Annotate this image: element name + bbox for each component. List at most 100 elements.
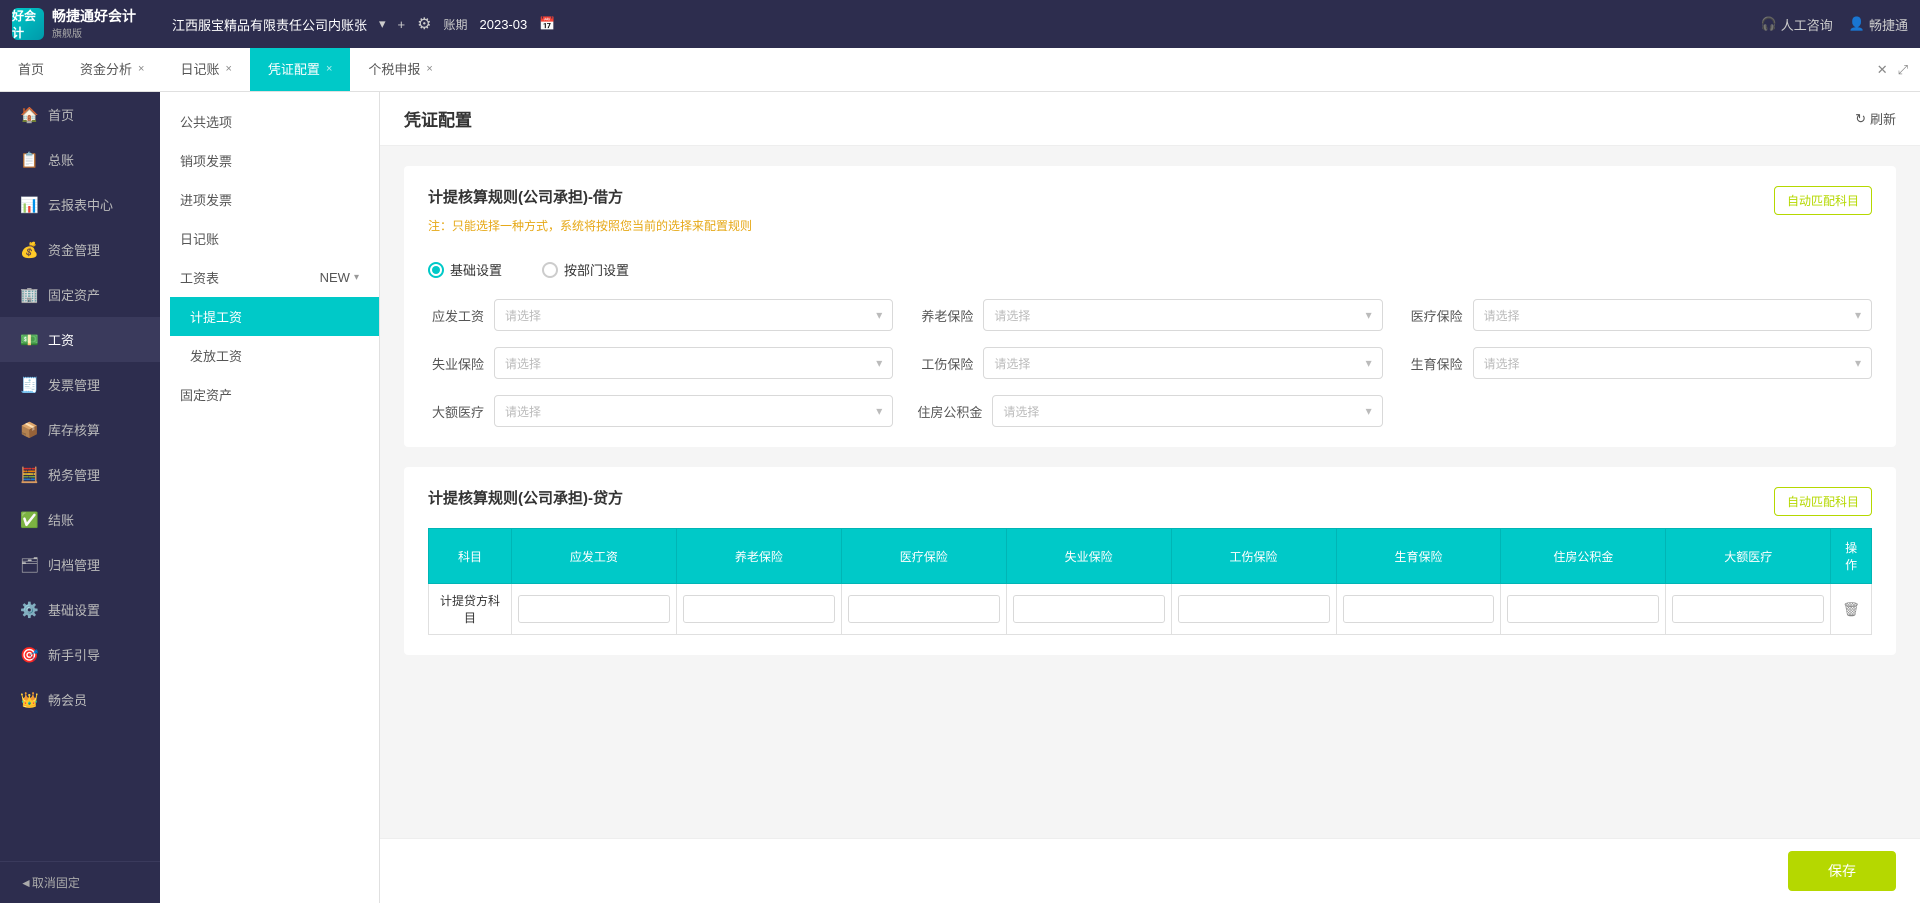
sidebar-item-ledger-label: 总账	[48, 150, 74, 169]
cell-housing-input[interactable]	[1501, 584, 1666, 635]
field-housing-fund-label: 住房公积金	[917, 402, 982, 421]
sidebar-item-inventory-label: 库存核算	[48, 420, 100, 439]
refresh-button[interactable]: ↻ 刷新	[1855, 109, 1896, 128]
tab-voucher-config[interactable]: 凭证配置 ×	[250, 48, 350, 91]
sub-sidebar-fixed-asset[interactable]: 固定资产	[160, 375, 379, 414]
tab-tax-close[interactable]: ×	[426, 63, 432, 75]
sidebar-item-home[interactable]: 🏠 首页	[0, 92, 160, 137]
tab-voucher-config-close[interactable]: ×	[326, 63, 332, 75]
cancel-fixed-button[interactable]: ◄取消固定	[0, 861, 160, 903]
invoice-icon: 🧾	[20, 376, 38, 394]
logo: 好会计 畅捷通好会计 旗舰版	[12, 8, 172, 40]
company-dropdown-icon[interactable]: ▾	[379, 16, 386, 32]
cell-injury-input[interactable]	[1171, 584, 1336, 635]
sidebar-item-member[interactable]: 👑 畅会员	[0, 677, 160, 722]
col-pension: 养老保险	[676, 529, 841, 584]
user-avatar[interactable]: 👤 畅捷通	[1849, 15, 1908, 34]
sidebar-item-member-label: 畅会员	[48, 690, 87, 709]
field-housing-fund-placeholder: 请选择	[1003, 403, 1039, 420]
debit-auto-match-button[interactable]: 自动匹配科目	[1774, 186, 1872, 215]
consult-button[interactable]: 🎧 人工咨询	[1761, 15, 1833, 34]
radio-basic-circle	[428, 262, 444, 278]
field-housing-fund-select[interactable]: 请选择 ▾	[992, 395, 1382, 427]
top-bar: 好会计 畅捷通好会计 旗舰版 江西服宝精品有限责任公司内账张 ▾ + ⚙ 账期 …	[0, 0, 1920, 48]
radio-basic-settings[interactable]: 基础设置	[428, 260, 502, 279]
save-button[interactable]: 保存	[1788, 851, 1896, 891]
sidebar-item-fixed-asset[interactable]: 🏢 固定资产	[0, 272, 160, 317]
sidebar-item-invoice-label: 发票管理	[48, 375, 100, 394]
input-medical[interactable]	[848, 595, 1000, 623]
cell-pension-input[interactable]	[676, 584, 841, 635]
calendar-icon[interactable]: 📅	[539, 16, 555, 32]
sub-sidebar-sales-invoice[interactable]: 销项发票	[160, 141, 379, 180]
sidebar: 🏠 首页 📋 总账 📊 云报表中心 💰 资金管理 🏢 固定资产 💵 工资 🧾 发…	[0, 92, 160, 903]
tab-fullscreen-icon[interactable]: ⤢	[1898, 62, 1908, 78]
radio-by-dept[interactable]: 按部门设置	[542, 260, 629, 279]
input-injury[interactable]	[1178, 595, 1330, 623]
delete-icon[interactable]: 🗑	[1842, 601, 1860, 617]
tab-close-all-icon[interactable]: ✕	[1877, 62, 1888, 78]
logo-icon-text: 好会计	[12, 7, 44, 41]
field-pension-select[interactable]: 请选择 ▾	[983, 299, 1382, 331]
sub-sidebar-accrual-salary-label: 计提工资	[190, 307, 242, 326]
ledger-icon: 📋	[20, 151, 38, 169]
tab-bar-actions: ✕ ⤢	[1865, 48, 1920, 91]
tab-journal[interactable]: 日记账 ×	[162, 48, 249, 91]
company-name[interactable]: 江西服宝精品有限责任公司内账张	[172, 15, 367, 34]
field-maternity-select[interactable]: 请选择 ▾	[1473, 347, 1872, 379]
sub-sidebar-pay-salary[interactable]: 发放工资	[170, 336, 379, 375]
sidebar-item-archive[interactable]: 🗂 归档管理	[0, 542, 160, 587]
field-gross-salary-placeholder: 请选择	[505, 307, 541, 324]
top-bar-right: 🎧 人工咨询 👤 畅捷通	[1761, 15, 1908, 34]
sidebar-item-fund[interactable]: 💰 资金管理	[0, 227, 160, 272]
sub-sidebar-fixed-asset-label: 固定资产	[180, 385, 232, 404]
sidebar-item-salary[interactable]: 💵 工资	[0, 317, 160, 362]
sub-sidebar-journal[interactable]: 日记账	[160, 219, 379, 258]
field-large-medical-select[interactable]: 请选择 ▾	[494, 395, 893, 427]
save-bar: 保存	[380, 838, 1920, 903]
sidebar-item-cloud-report[interactable]: 📊 云报表中心	[0, 182, 160, 227]
sub-sidebar-purchase-invoice[interactable]: 进项发票	[160, 180, 379, 219]
period-value[interactable]: 2023-03	[480, 17, 528, 32]
avatar-icon: 👤	[1849, 16, 1865, 32]
sidebar-item-close-account[interactable]: ✅ 结账	[0, 497, 160, 542]
input-pension[interactable]	[683, 595, 835, 623]
settings-icon[interactable]: ⚙	[417, 14, 431, 34]
sidebar-item-invoice[interactable]: 🧾 发票管理	[0, 362, 160, 407]
tab-home[interactable]: 首页	[0, 48, 62, 91]
input-housing[interactable]	[1507, 595, 1659, 623]
field-large-medical-placeholder: 请选择	[505, 403, 541, 420]
input-maternity[interactable]	[1343, 595, 1495, 623]
sub-sidebar-public-options[interactable]: 公共选项	[160, 102, 379, 141]
input-unemployment[interactable]	[1013, 595, 1165, 623]
cell-gross-salary-input[interactable]	[511, 584, 676, 635]
cell-unemployment-input[interactable]	[1006, 584, 1171, 635]
close-account-icon: ✅	[20, 511, 38, 529]
col-unemployment: 失业保险	[1006, 529, 1171, 584]
sidebar-item-beginner[interactable]: 🎯 新手引导	[0, 632, 160, 677]
input-gross-salary[interactable]	[518, 595, 670, 623]
col-operation: 操作	[1831, 529, 1872, 584]
sub-sidebar-salary-table-header[interactable]: 工资表 NEW ▾	[160, 258, 379, 297]
field-gross-salary-select[interactable]: 请选择 ▾	[494, 299, 893, 331]
tab-funds[interactable]: 资金分析 ×	[62, 48, 162, 91]
add-account-button[interactable]: +	[398, 17, 406, 32]
cell-maternity-input[interactable]	[1336, 584, 1501, 635]
field-medical-select[interactable]: 请选择 ▾	[1473, 299, 1872, 331]
cell-delete[interactable]: 🗑	[1831, 584, 1872, 635]
sidebar-item-tax[interactable]: 🧮 税务管理	[0, 452, 160, 497]
field-injury-select[interactable]: 请选择 ▾	[983, 347, 1382, 379]
sidebar-item-ledger[interactable]: 📋 总账	[0, 137, 160, 182]
sub-sidebar-accrual-salary[interactable]: 计提工资	[170, 297, 379, 336]
sub-sidebar-public-options-label: 公共选项	[180, 112, 232, 131]
sidebar-item-inventory[interactable]: 📦 库存核算	[0, 407, 160, 452]
cell-large-medical-input[interactable]	[1666, 584, 1831, 635]
tab-tax[interactable]: 个税申报 ×	[350, 48, 450, 91]
field-unemployment-select[interactable]: 请选择 ▾	[494, 347, 893, 379]
input-large-medical[interactable]	[1672, 595, 1824, 623]
tab-journal-close[interactable]: ×	[225, 63, 231, 75]
credit-auto-match-button[interactable]: 自动匹配科目	[1774, 487, 1872, 516]
cell-medical-input[interactable]	[841, 584, 1006, 635]
sidebar-item-basic-settings[interactable]: ⚙️ 基础设置	[0, 587, 160, 632]
tab-funds-close[interactable]: ×	[138, 63, 144, 75]
